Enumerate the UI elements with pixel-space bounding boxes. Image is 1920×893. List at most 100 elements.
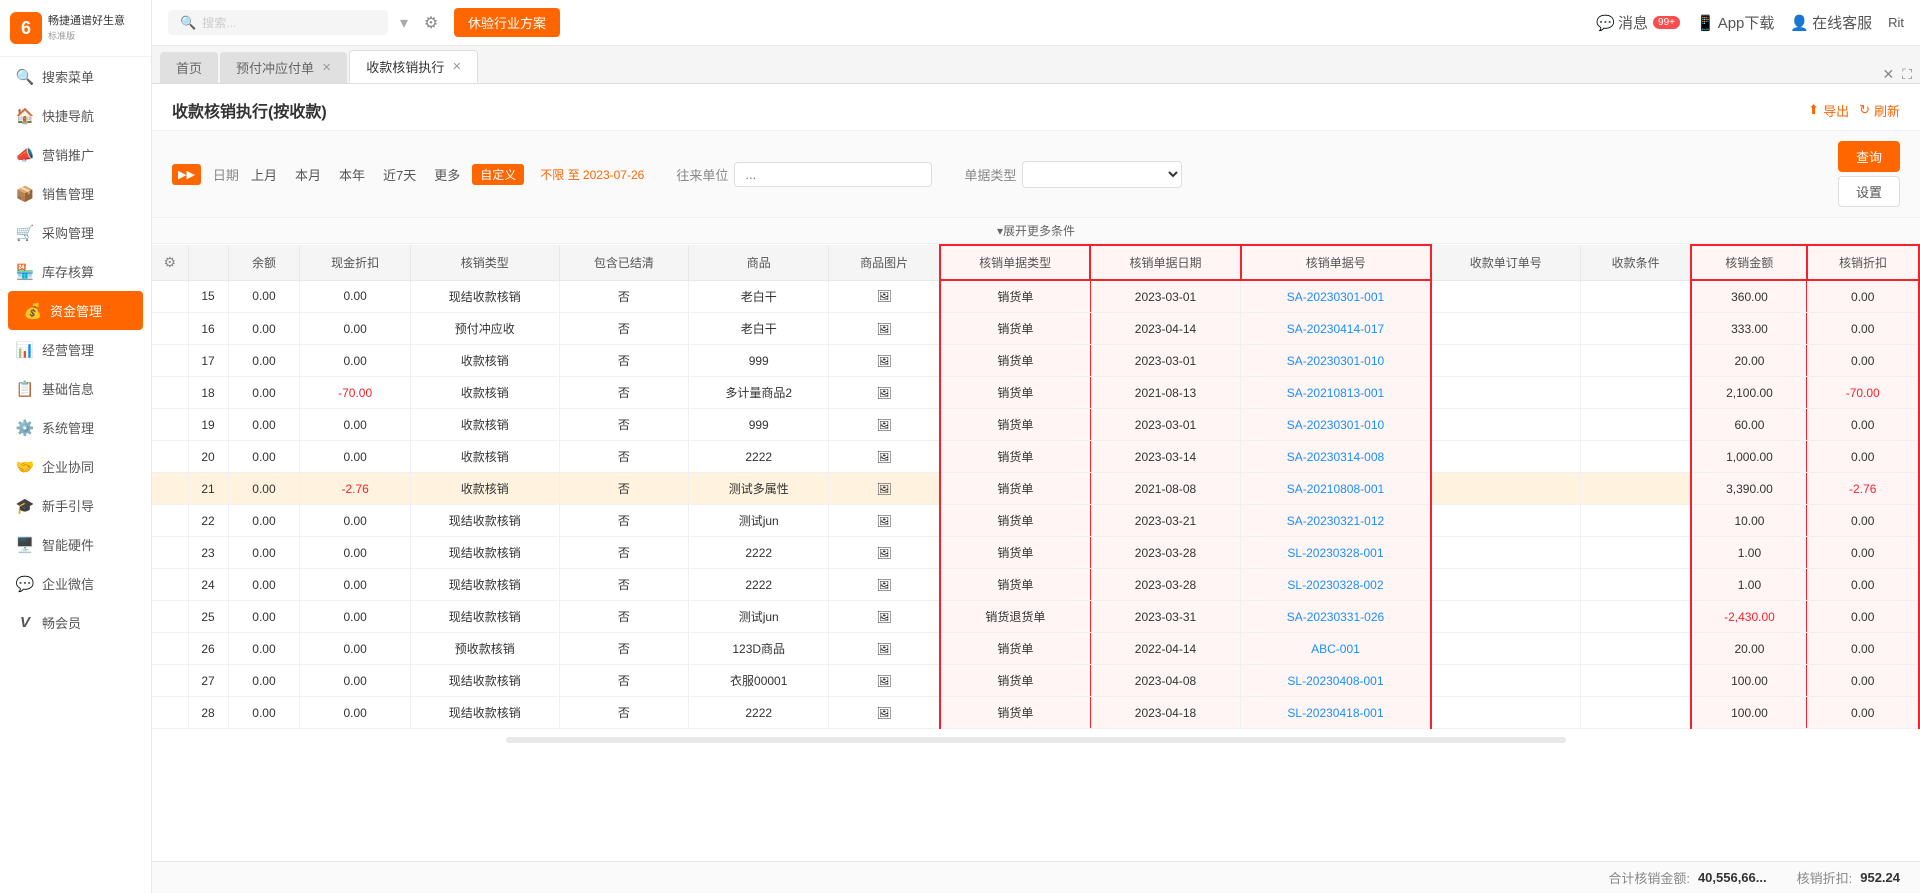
- cell-balance: 0.00: [228, 665, 300, 697]
- sidebar-item-basic[interactable]: 📋 基础信息: [0, 369, 151, 408]
- cell-cancel-type: 现结收款核销: [410, 697, 559, 729]
- custom-btn[interactable]: 自定义: [472, 164, 524, 185]
- col-bill-type-header: 核销单据类型: [940, 245, 1090, 280]
- cell-bill-no[interactable]: SA-20230321-012: [1241, 505, 1431, 537]
- cell-include-settled: 否: [559, 665, 689, 697]
- sidebar-item-system[interactable]: ⚙️ 系统管理: [0, 408, 151, 447]
- data-table-wrapper[interactable]: ⚙ 余额 现金折扣 核销类型 包含已结清 商品 商品图片 核销单据类型 核销单据…: [152, 244, 1920, 861]
- cell-goods-img: 🖼: [829, 697, 940, 729]
- cell-cash-discount: 0.00: [300, 280, 410, 313]
- cell-bill-no[interactable]: SL-20230328-001: [1241, 537, 1431, 569]
- cell-bill-no[interactable]: SA-20230331-026: [1241, 601, 1431, 633]
- sidebar-item-sales[interactable]: 📦 销售管理: [0, 174, 151, 213]
- sidebar-item-search[interactable]: 🔍 搜索菜单: [0, 57, 151, 96]
- query-button[interactable]: 查询: [1838, 141, 1900, 172]
- table-row: 180.00-70.00收款核销否多计量商品2🖼销货单2021-08-13SA-…: [152, 377, 1919, 409]
- cell-cancel-amount: 1,000.00: [1691, 441, 1806, 473]
- filter-toggle-btn[interactable]: ▶▶: [172, 164, 201, 185]
- cell-goods: 衣服00001: [689, 665, 829, 697]
- maximize-icon[interactable]: ⛶: [1902, 66, 1912, 83]
- this-year-btn[interactable]: 本年: [333, 163, 371, 186]
- tab-home[interactable]: 首页: [160, 52, 218, 83]
- column-settings-icon[interactable]: ⚙: [163, 254, 176, 270]
- cell-cancel-amount: 333.00: [1691, 313, 1806, 345]
- setting-button[interactable]: 设置: [1838, 176, 1900, 207]
- cell-bill-no[interactable]: ABC-001: [1241, 633, 1431, 665]
- sidebar-item-purchase[interactable]: 🛒 采购管理: [0, 213, 151, 252]
- refresh-button[interactable]: ↻ 刷新: [1859, 101, 1900, 120]
- cell-bill-no[interactable]: SA-20230414-017: [1241, 313, 1431, 345]
- app-download-area[interactable]: 📱 App下载: [1696, 12, 1774, 33]
- table-row: 260.000.00预收款核销否123D商品🖼销货单2022-04-14ABC-…: [152, 633, 1919, 665]
- cell-bill-no[interactable]: SL-20230418-001: [1241, 697, 1431, 729]
- sidebar-item-member[interactable]: V 畅会员: [0, 603, 151, 642]
- export-button[interactable]: ⬆ 导出: [1808, 101, 1849, 120]
- cell-bill-no[interactable]: SA-20230301-001: [1241, 280, 1431, 313]
- cell-goods-img: 🖼: [829, 601, 940, 633]
- cell-bill-type: 销货单: [940, 697, 1090, 729]
- cell-collection-condition: [1580, 601, 1691, 633]
- tab-prepay[interactable]: 预付冲应付单 ✕: [220, 52, 347, 83]
- cell-select: [152, 601, 188, 633]
- cell-include-settled: 否: [559, 409, 689, 441]
- cell-collection-condition: [1580, 377, 1691, 409]
- expand-more-btn[interactable]: ▾ 展开更多条件: [152, 218, 1920, 244]
- cell-cash-discount: 0.00: [300, 697, 410, 729]
- horizontal-scrollbar[interactable]: [506, 737, 1567, 743]
- cell-bill-no[interactable]: SL-20230328-002: [1241, 569, 1431, 601]
- message-icon-area[interactable]: 💬 消息 99+: [1596, 12, 1680, 33]
- cell-select: [152, 505, 188, 537]
- from-unit-input[interactable]: [734, 162, 932, 187]
- cell-goods-img: 🖼: [829, 377, 940, 409]
- guide-icon: 🎓: [16, 497, 34, 515]
- settings-icon[interactable]: ⚙: [420, 12, 442, 34]
- cell-bill-type: 销货单: [940, 377, 1090, 409]
- cell-bill-no[interactable]: SA-20210813-001: [1241, 377, 1431, 409]
- close-all-tabs-icon[interactable]: ✕: [1882, 66, 1894, 83]
- cell-bill-type: 销货单: [940, 280, 1090, 313]
- col-balance-header: 余额: [228, 245, 300, 280]
- cell-bill-no[interactable]: SL-20230408-001: [1241, 665, 1431, 697]
- sidebar-item-shortcut[interactable]: 🏠 快捷导航: [0, 96, 151, 135]
- tab-collection[interactable]: 收款核销执行 ✕: [349, 50, 478, 83]
- cell-select: [152, 280, 188, 313]
- cell-goods-img: 🖼: [829, 665, 940, 697]
- online-service-area[interactable]: 👤 在线客服: [1790, 12, 1872, 33]
- cell-bill-no[interactable]: SA-20210808-001: [1241, 473, 1431, 505]
- cell-balance: 0.00: [228, 473, 300, 505]
- cell-bill-no[interactable]: SA-20230314-008: [1241, 441, 1431, 473]
- topbar-search-box[interactable]: 🔍 搜索...: [168, 10, 388, 35]
- sidebar-item-operation[interactable]: 📊 经营管理: [0, 330, 151, 369]
- sidebar-item-hardware[interactable]: 🖥️ 智能硬件: [0, 525, 151, 564]
- last-month-btn[interactable]: 上月: [245, 163, 283, 186]
- sidebar-item-marketing[interactable]: 📣 营销推广: [0, 135, 151, 174]
- last7-btn[interactable]: 近7天: [377, 163, 422, 186]
- wechat-icon: 💬: [16, 575, 34, 593]
- cell-cancel-type: 现结收款核销: [410, 569, 559, 601]
- user-name[interactable]: Rit: [1888, 15, 1904, 30]
- cell-collection-order: [1431, 473, 1581, 505]
- this-month-btn[interactable]: 本月: [289, 163, 327, 186]
- sidebar-item-enterprise[interactable]: 🤝 企业协同: [0, 447, 151, 486]
- sidebar-item-guide[interactable]: 🎓 新手引导: [0, 486, 151, 525]
- cell-seq: 27: [188, 665, 228, 697]
- sidebar-item-wechat[interactable]: 💬 企业微信: [0, 564, 151, 603]
- col-goods-header: 商品: [689, 245, 829, 280]
- tab-prepay-close[interactable]: ✕: [322, 61, 331, 74]
- cell-goods-img: 🖼: [829, 345, 940, 377]
- more-btn[interactable]: 更多: [428, 163, 466, 186]
- member-icon: V: [16, 614, 34, 632]
- doc-type-select[interactable]: [1022, 161, 1182, 188]
- cell-bill-no[interactable]: SA-20230301-010: [1241, 345, 1431, 377]
- cell-bill-no[interactable]: SA-20230301-010: [1241, 409, 1431, 441]
- date-note-area: 不限 至 2023-07-26: [540, 166, 644, 183]
- total-amount-value: 40,556,66...: [1698, 870, 1767, 885]
- cell-cash-discount: 0.00: [300, 313, 410, 345]
- sidebar-item-inventory[interactable]: 🏪 库存核算: [0, 252, 151, 291]
- cell-bill-type: 销货单: [940, 313, 1090, 345]
- sidebar-item-capital[interactable]: 💰 资金管理: [8, 291, 143, 330]
- col-settings-header[interactable]: ⚙: [152, 245, 188, 280]
- tab-collection-close[interactable]: ✕: [452, 60, 461, 73]
- topbar-dropdown-arrow[interactable]: ▾: [400, 13, 408, 33]
- industry-solution-button[interactable]: 休验行业方案: [454, 8, 560, 37]
